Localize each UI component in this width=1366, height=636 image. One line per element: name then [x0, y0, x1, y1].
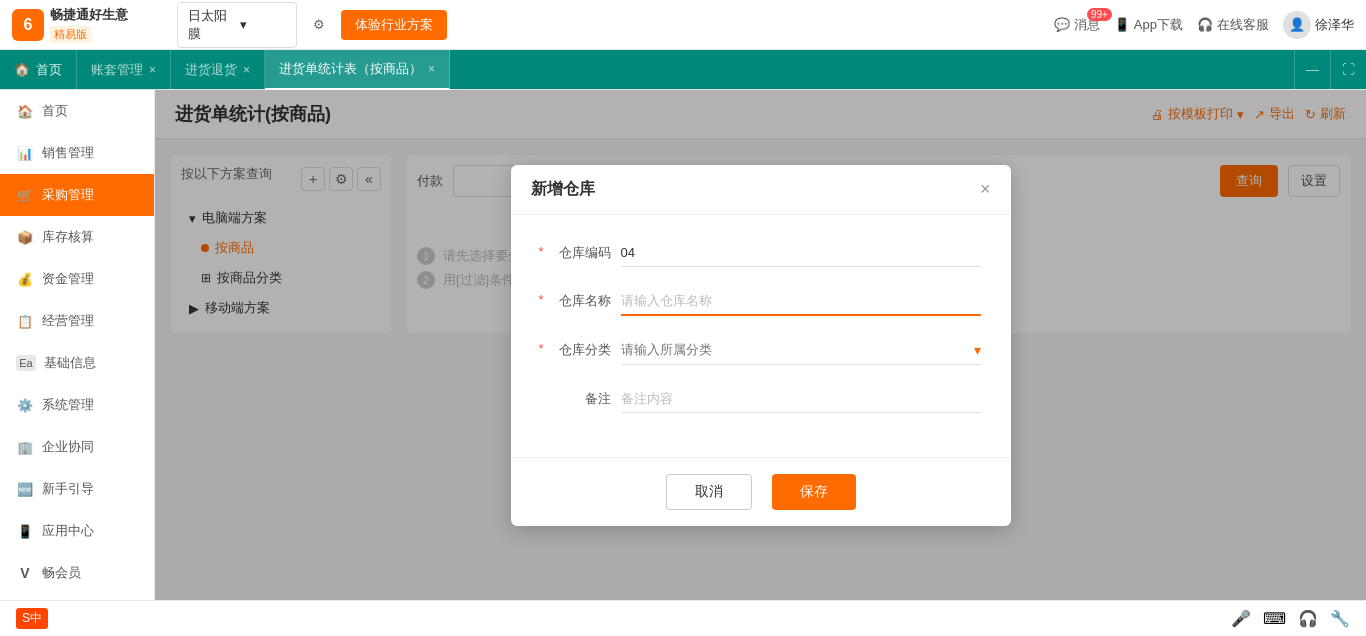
- sales-nav-icon: 📊: [16, 144, 34, 162]
- app-header: 6 畅捷通好生意 精易版 日太阳膜 ▾ ⚙ 体验行业方案 💬 消息 99+ 📱 …: [0, 0, 1366, 50]
- warehouse-remark-input[interactable]: [621, 385, 981, 413]
- tabs-bar: 🏠 首页 账套管理 × 进货退货 × 进货单统计表（按商品） × — ⛶: [0, 50, 1366, 90]
- tab-accounts[interactable]: 账套管理 ×: [77, 50, 171, 90]
- inventory-nav-icon: 📦: [16, 228, 34, 246]
- user-menu[interactable]: 👤 徐泽华: [1283, 11, 1354, 39]
- system-nav-icon: ⚙️: [16, 396, 34, 414]
- sidebar-item-purchase[interactable]: 🛒 采购管理: [0, 174, 154, 216]
- logo-area: 6 畅捷通好生意 精易版: [12, 6, 167, 43]
- home-nav-icon: 🏠: [16, 102, 34, 120]
- warehouse-category-select[interactable]: ▾: [621, 336, 981, 365]
- warehouse-category-label: 仓库分类: [541, 341, 621, 359]
- sidebar-item-home[interactable]: 🏠 首页: [0, 90, 154, 132]
- select-arrow-icon: ▾: [974, 342, 981, 358]
- dialog-body: 仓库编码 仓库名称 仓库分类 ▾: [511, 215, 1011, 457]
- messages-button[interactable]: 💬 消息 99+: [1054, 16, 1100, 34]
- sidebar-item-finance[interactable]: 💰 资金管理: [0, 258, 154, 300]
- sidebar-item-system[interactable]: ⚙️ 系统管理: [0, 384, 154, 426]
- enterprise-nav-icon: 🏢: [16, 438, 34, 456]
- finance-nav-icon: 💰: [16, 270, 34, 288]
- sidebar: 🏠 首页 📊 销售管理 🛒 采购管理 📦 库存核算 💰 资金管理 📋 经: [0, 90, 155, 600]
- avatar: 👤: [1283, 11, 1311, 39]
- trial-button[interactable]: 体验行业方案: [341, 10, 447, 40]
- guide-nav-icon: 🆕: [16, 480, 34, 498]
- basic-nav-icon: Ea: [16, 355, 36, 371]
- username-label: 徐泽华: [1315, 16, 1354, 34]
- sidebar-item-apps[interactable]: 📱 应用中心: [0, 510, 154, 552]
- logo-text: 畅捷通好生意 精易版: [50, 6, 128, 43]
- sidebar-item-sales[interactable]: 📊 销售管理: [0, 132, 154, 174]
- save-button[interactable]: 保存: [772, 474, 856, 510]
- dialog-overlay: 新增仓库 × 仓库编码 仓库名称: [155, 90, 1366, 600]
- wrench-icon[interactable]: 🔧: [1330, 609, 1350, 628]
- apps-nav-icon: 📱: [16, 522, 34, 540]
- chevron-down-icon: ▾: [240, 17, 286, 32]
- online-service-button[interactable]: 🎧 在线客服: [1197, 16, 1269, 34]
- tab-purchase-return[interactable]: 进货退货 ×: [171, 50, 265, 90]
- app-download-button[interactable]: 📱 App下载: [1114, 16, 1183, 34]
- cancel-button[interactable]: 取消: [666, 474, 752, 510]
- purchase-nav-icon: 🛒: [16, 186, 34, 204]
- headset-icon: 🎧: [1197, 17, 1213, 32]
- tab-close-icon[interactable]: ×: [243, 63, 250, 77]
- warehouse-name-label: 仓库名称: [541, 292, 621, 310]
- dialog-close-button[interactable]: ×: [980, 179, 991, 200]
- bottom-bar: S中 🎤 ⌨ 🎧 🔧: [0, 600, 1366, 636]
- vip-nav-icon: V: [16, 564, 34, 582]
- logo-icon: 6: [12, 9, 44, 41]
- dialog-header: 新增仓库 ×: [511, 165, 1011, 215]
- store-name: 日太阳膜: [188, 7, 234, 43]
- sidebar-item-enterprise[interactable]: 🏢 企业协同: [0, 426, 154, 468]
- main-area: 🏠 首页 📊 销售管理 🛒 采购管理 📦 库存核算 💰 资金管理 📋 经: [0, 90, 1366, 600]
- headset-bottom-icon[interactable]: 🎧: [1298, 609, 1318, 628]
- tabs-right-actions: — ⛶: [1294, 50, 1366, 90]
- warehouse-name-input[interactable]: [621, 287, 981, 316]
- tab-home[interactable]: 🏠 首页: [0, 50, 77, 90]
- phone-icon: 📱: [1114, 17, 1130, 32]
- tab-close-icon[interactable]: ×: [428, 62, 435, 76]
- warehouse-code-label: 仓库编码: [541, 244, 621, 262]
- sidebar-item-vip[interactable]: V 畅会员: [0, 552, 154, 594]
- sidebar-item-operation[interactable]: 📋 经营管理: [0, 300, 154, 342]
- sidebar-item-inventory[interactable]: 📦 库存核算: [0, 216, 154, 258]
- sidebar-item-basic[interactable]: Ea 基础信息: [0, 342, 154, 384]
- category-input[interactable]: [621, 342, 974, 357]
- keyboard-icon[interactable]: ⌨: [1263, 609, 1286, 628]
- warehouse-remark-row: 备注: [541, 385, 981, 413]
- operation-nav-icon: 📋: [16, 312, 34, 330]
- sidebar-item-guide[interactable]: 🆕 新手引导: [0, 468, 154, 510]
- tab-purchase-stats[interactable]: 进货单统计表（按商品） ×: [265, 50, 450, 90]
- home-icon: 🏠: [14, 62, 30, 77]
- dialog-title: 新增仓库: [531, 179, 595, 200]
- message-icon: 💬: [1054, 17, 1070, 32]
- s-logo-icon: S中: [16, 608, 48, 629]
- header-actions: 💬 消息 99+ 📱 App下载 🎧 在线客服 👤 徐泽华: [1054, 11, 1354, 39]
- warehouse-remark-label: 备注: [541, 390, 621, 408]
- warehouse-name-row: 仓库名称: [541, 287, 981, 316]
- microphone-icon[interactable]: 🎤: [1231, 609, 1251, 628]
- dialog-footer: 取消 保存: [511, 457, 1011, 526]
- content-area: 进货单统计(按商品) 🖨 按模板打印 ▾ ↗ 导出 ↻ 刷新: [155, 90, 1366, 600]
- tab-close-icon[interactable]: ×: [149, 63, 156, 77]
- warehouse-code-row: 仓库编码: [541, 239, 981, 267]
- warehouse-category-row: 仓库分类 ▾: [541, 336, 981, 365]
- store-selector[interactable]: 日太阳膜 ▾: [177, 2, 297, 48]
- tabs-expand-button[interactable]: ⛶: [1330, 50, 1366, 90]
- new-warehouse-dialog: 新增仓库 × 仓库编码 仓库名称: [511, 165, 1011, 526]
- warehouse-code-input[interactable]: [621, 239, 981, 267]
- tabs-minimize-button[interactable]: —: [1294, 50, 1330, 90]
- gear-icon[interactable]: ⚙: [307, 13, 331, 37]
- messages-badge: 99+: [1087, 8, 1112, 21]
